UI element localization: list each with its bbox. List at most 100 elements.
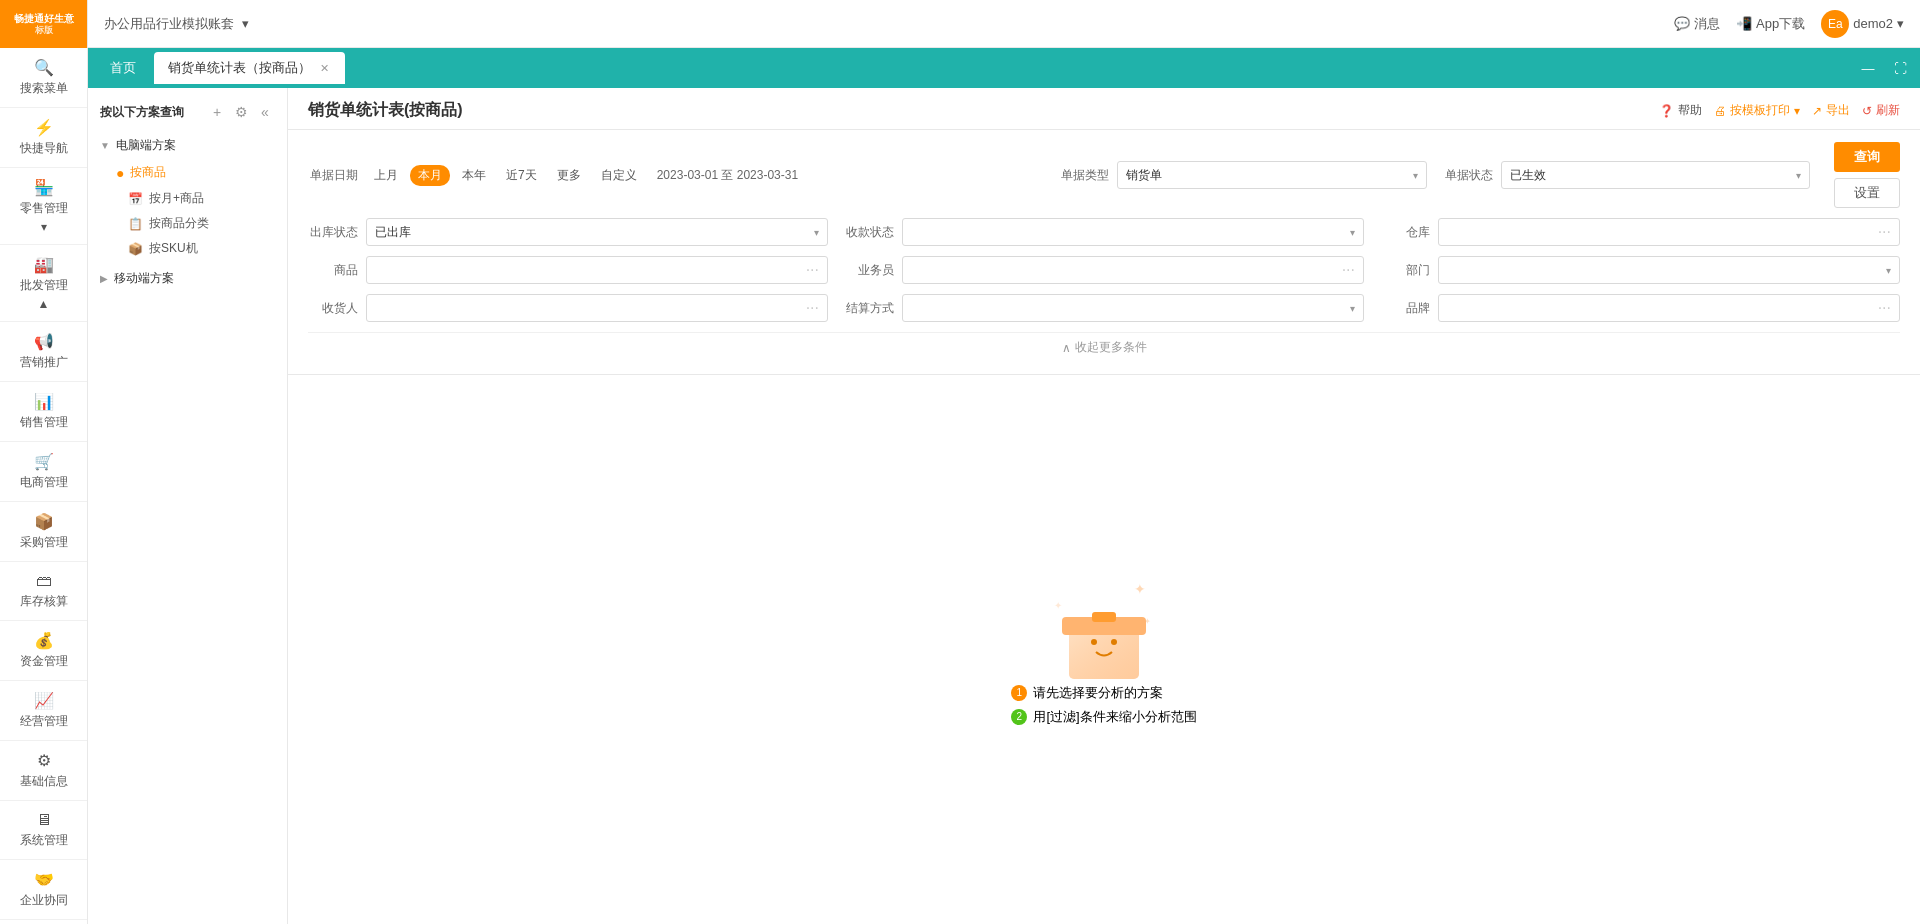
app-name: 畅捷通好生意 xyxy=(14,12,74,25)
out-status-label: 出库状态 xyxy=(308,224,358,241)
sidebar-item-ecommerce[interactable]: 🛒 电商管理 xyxy=(0,442,87,502)
tree-section-pc-header[interactable]: ▼ 电脑端方案 xyxy=(88,132,287,159)
brand-label: 品牌 xyxy=(1380,300,1430,317)
export-button[interactable]: ↗ 导出 xyxy=(1812,102,1850,119)
user-chevron-icon: ▾ xyxy=(1897,16,1904,31)
collapse-more-button[interactable]: ∧ 收起更多条件 xyxy=(308,332,1900,362)
department-select[interactable]: ▾ xyxy=(1438,256,1900,284)
payment-status-label: 收款状态 xyxy=(844,224,894,241)
download-icon: 📲 xyxy=(1736,16,1752,31)
date-btn-this-year[interactable]: 本年 xyxy=(454,165,494,186)
sidebar-item-inventory-label: 库存核算 xyxy=(20,593,68,610)
app-download-button[interactable]: 📲 App下载 xyxy=(1736,15,1805,33)
sidebar-item-system[interactable]: 🖥 系统管理 xyxy=(0,801,87,860)
user-avatar: Ea xyxy=(1821,10,1849,38)
brand-input[interactable]: ··· xyxy=(1438,294,1900,322)
sidebar-item-wholesale[interactable]: 🏭 批发管理 ▲ xyxy=(0,245,87,322)
page-title: 销货单统计表(按商品) xyxy=(308,100,463,121)
sidebar-item-enterprise-label: 企业协同 xyxy=(20,892,68,909)
warehouse-input[interactable]: ··· xyxy=(1438,218,1900,246)
tip2-num: 2 xyxy=(1011,709,1027,725)
date-btn-last-month[interactable]: 上月 xyxy=(366,165,406,186)
refresh-button[interactable]: ↺ 刷新 xyxy=(1862,102,1900,119)
tree-item-by-sku[interactable]: 📦 按SKU机 xyxy=(88,236,287,261)
filter-group-settlement: 结算方式 ▾ xyxy=(844,294,1364,322)
help-button[interactable]: ❓ 帮助 xyxy=(1659,102,1702,119)
message-button[interactable]: 💬 消息 xyxy=(1674,15,1720,33)
department-chevron-icon: ▾ xyxy=(1886,265,1891,276)
date-btn-more[interactable]: 更多 xyxy=(549,165,589,186)
tab-sales-stat[interactable]: 销货单统计表（按商品） ✕ xyxy=(154,52,345,84)
bill-type-select[interactable]: 销货单 ▾ xyxy=(1117,161,1427,189)
mobile-section-label: 移动端方案 xyxy=(114,270,174,287)
svg-point-8 xyxy=(1111,639,1117,645)
sidebar-item-finance[interactable]: 💰 资金管理 xyxy=(0,621,87,681)
filter-group-product: 商品 ··· xyxy=(308,256,828,284)
date-btn-custom[interactable]: 自定义 xyxy=(593,165,645,186)
settlement-select[interactable]: ▾ xyxy=(902,294,1364,322)
tab-minimize-button[interactable]: — xyxy=(1856,56,1880,80)
tree-section-mobile-header[interactable]: ▶ 移动端方案 xyxy=(88,265,287,292)
query-button[interactable]: 查询 xyxy=(1834,142,1900,172)
sidebar-item-operations[interactable]: 📈 经营管理 xyxy=(0,681,87,741)
sidebar-item-sales[interactable]: 📊 销售管理 xyxy=(0,382,87,442)
sidebar-item-sales-label: 销售管理 xyxy=(20,414,68,431)
tabbar: 首页 销货单统计表（按商品） ✕ — ⛶ xyxy=(88,48,1920,88)
sidebar-item-newbie[interactable]: 🎯 新手引导 xyxy=(0,920,87,924)
sidebar-item-purchase[interactable]: 📦 采购管理 xyxy=(0,502,87,562)
print-icon: 🖨 xyxy=(1714,104,1726,118)
date-btn-last-7days[interactable]: 近7天 xyxy=(498,165,545,186)
sidebar-item-purchase-label: 采购管理 xyxy=(20,534,68,551)
svg-text:✦: ✦ xyxy=(1054,600,1062,611)
bill-status-select[interactable]: 已生效 ▾ xyxy=(1501,161,1811,189)
product-input[interactable]: ··· xyxy=(366,256,828,284)
payment-status-select[interactable]: ▾ xyxy=(902,218,1364,246)
sidebar-item-search-label: 搜索菜单 xyxy=(20,80,68,97)
panel-settings-button[interactable]: ⚙ xyxy=(231,102,251,122)
panel-title: 按以下方案查询 xyxy=(100,104,184,121)
sidebar-item-marketing[interactable]: 📢 营销推广 xyxy=(0,322,87,382)
bill-status-chevron-icon: ▾ xyxy=(1796,170,1801,181)
print-label: 按模板打印 xyxy=(1730,102,1790,119)
minimize-icon: — xyxy=(1862,61,1875,76)
user-menu-button[interactable]: Ea demo2 ▾ xyxy=(1821,10,1904,38)
filter-row-3: 商品 ··· 业务员 ··· 部门 xyxy=(308,256,1900,284)
filter-group-out-status: 出库状态 已出库 ▾ xyxy=(308,218,828,246)
tip2-text: 用[过滤]条件来缩小分析范围 xyxy=(1033,708,1196,726)
app-download-label: App下载 xyxy=(1756,15,1805,33)
settings-button[interactable]: 设置 xyxy=(1834,178,1900,208)
sidebar-item-enterprise[interactable]: 🤝 企业协同 xyxy=(0,860,87,920)
pc-section-label: 电脑端方案 xyxy=(116,137,176,154)
empty-state-illustration: ✦ ✦ ✦ xyxy=(1044,574,1164,684)
out-status-select[interactable]: 已出库 ▾ xyxy=(366,218,828,246)
print-button[interactable]: 🖨 按模板打印 ▾ xyxy=(1714,102,1800,119)
sidebar-item-retail[interactable]: 🏪 零售管理 ▾ xyxy=(0,168,87,245)
sidebar-item-inventory[interactable]: 🗃 库存核算 xyxy=(0,562,87,621)
sidebar-item-search[interactable]: 🔍 搜索菜单 xyxy=(0,48,87,108)
tree-item-by-month-product[interactable]: 📅 按月+商品 xyxy=(88,186,287,211)
sidebar-item-basic[interactable]: ⚙ 基础信息 xyxy=(0,741,87,801)
tree-item-by-product[interactable]: ● 按商品 xyxy=(88,159,287,186)
right-main: 销货单统计表(按商品) ❓ 帮助 🖨 按模板打印 ▾ ↗ 导出 xyxy=(288,88,1920,924)
sidebar-item-finance-label: 资金管理 xyxy=(20,653,68,670)
panel-collapse-button[interactable]: « xyxy=(255,102,275,122)
date-btn-this-month[interactable]: 本月 xyxy=(410,165,450,186)
salesperson-input[interactable]: ··· xyxy=(902,256,1364,284)
filter-group-payment-status: 收款状态 ▾ xyxy=(844,218,1364,246)
operations-icon: 📈 xyxy=(34,691,54,710)
tip1-num: 1 xyxy=(1011,685,1027,701)
panel-header: 按以下方案查询 + ⚙ « xyxy=(88,96,287,128)
sidebar-item-quicknav[interactable]: ⚡ 快捷导航 xyxy=(0,108,87,168)
refresh-icon: ↺ xyxy=(1862,104,1872,118)
basic-icon: ⚙ xyxy=(37,751,51,770)
filter-group-department: 部门 ▾ xyxy=(1380,256,1900,284)
sidebar-item-wholesale-label: 批发管理 xyxy=(20,277,68,294)
tab-close-icon[interactable]: ✕ xyxy=(317,61,331,75)
settlement-label: 结算方式 xyxy=(844,300,894,317)
tree-item-by-category[interactable]: 📋 按商品分类 xyxy=(88,211,287,236)
tab-maximize-button[interactable]: ⛶ xyxy=(1888,56,1912,80)
bill-status-label: 单据状态 xyxy=(1443,167,1493,184)
tab-home[interactable]: 首页 xyxy=(96,52,150,84)
panel-add-button[interactable]: + xyxy=(207,102,227,122)
recipient-input[interactable]: ··· xyxy=(366,294,828,322)
